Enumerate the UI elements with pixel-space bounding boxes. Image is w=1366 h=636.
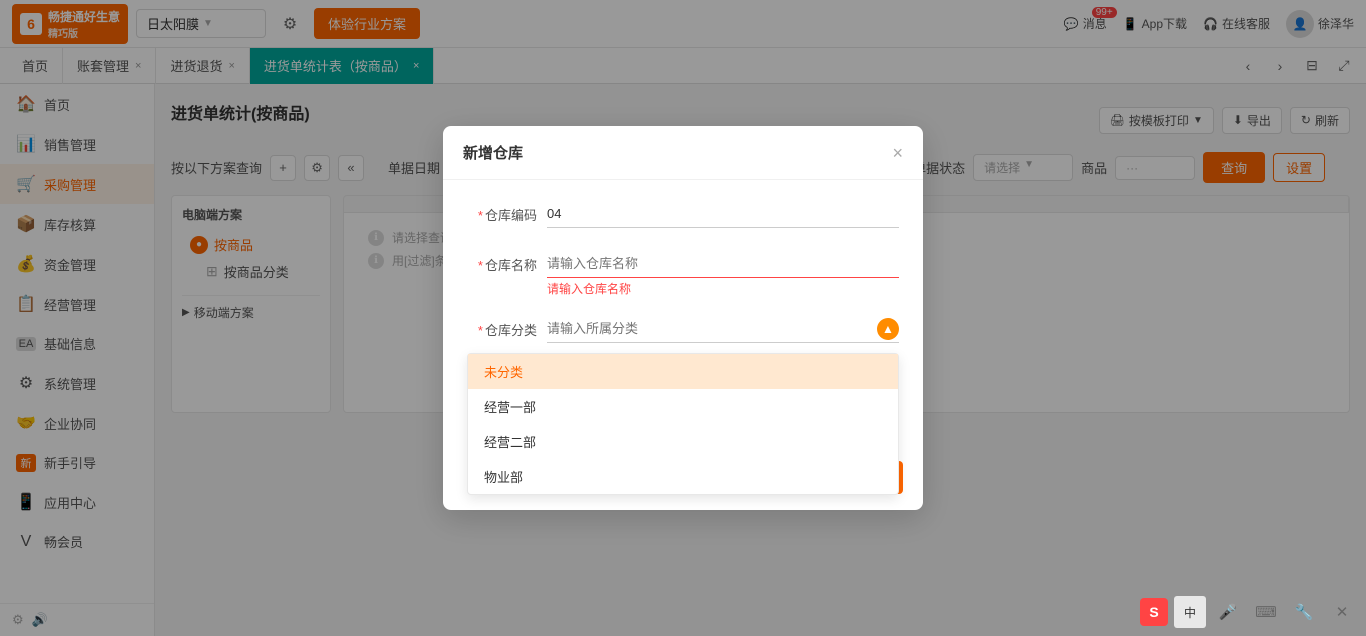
category-dropdown: 未分类 经营一部 经营二部 物业部 bbox=[467, 353, 899, 495]
category-toggle-icon[interactable]: ▲ bbox=[877, 318, 899, 340]
form-row-category: *仓库分类 ▲ 未分类 经营一部 经营二部 物业部 bbox=[467, 315, 899, 347]
category-input[interactable] bbox=[547, 315, 899, 343]
dropdown-item-none[interactable]: 未分类 bbox=[468, 354, 898, 389]
dialog-close-button[interactable]: × bbox=[892, 144, 903, 162]
dialog-header: 新增仓库 × bbox=[443, 126, 923, 180]
keyboard-icon[interactable]: ⌨ bbox=[1250, 596, 1282, 628]
dialog-body: *仓库编码 *仓库名称 请输入仓库名称 *仓库分类 ▲ bbox=[443, 180, 923, 449]
toolbar-close-icon[interactable]: ✕ bbox=[1326, 596, 1358, 628]
name-input-wrap: 请输入仓库名称 bbox=[547, 250, 899, 297]
form-row-code: *仓库编码 bbox=[467, 200, 899, 232]
code-input[interactable] bbox=[547, 200, 899, 228]
dialog-title: 新增仓库 bbox=[463, 142, 523, 163]
code-input-wrap bbox=[547, 200, 899, 228]
dropdown-item-ops2[interactable]: 经营二部 bbox=[468, 424, 898, 459]
name-error-msg: 请输入仓库名称 bbox=[547, 280, 899, 297]
zh-icon[interactable]: 中 bbox=[1174, 596, 1206, 628]
microphone-icon[interactable]: 🎤 bbox=[1212, 596, 1244, 628]
category-input-wrap: ▲ 未分类 经营一部 经营二部 物业部 bbox=[547, 315, 899, 343]
name-input[interactable] bbox=[547, 250, 899, 278]
dropdown-item-ops1[interactable]: 经营一部 bbox=[468, 389, 898, 424]
s-logo-icon[interactable]: S bbox=[1140, 598, 1168, 626]
bottom-right-bar: S 中 🎤 ⌨ 🔧 ✕ bbox=[1140, 596, 1358, 628]
category-label: *仓库分类 bbox=[467, 315, 547, 347]
code-label: *仓库编码 bbox=[467, 200, 547, 232]
form-row-name: *仓库名称 请输入仓库名称 bbox=[467, 250, 899, 297]
new-warehouse-dialog: 新增仓库 × *仓库编码 *仓库名称 请输入仓库名称 *仓库分类 bbox=[443, 126, 923, 510]
wrench-icon[interactable]: 🔧 bbox=[1288, 596, 1320, 628]
name-label: *仓库名称 bbox=[467, 250, 547, 282]
dropdown-item-property[interactable]: 物业部 bbox=[468, 459, 898, 494]
